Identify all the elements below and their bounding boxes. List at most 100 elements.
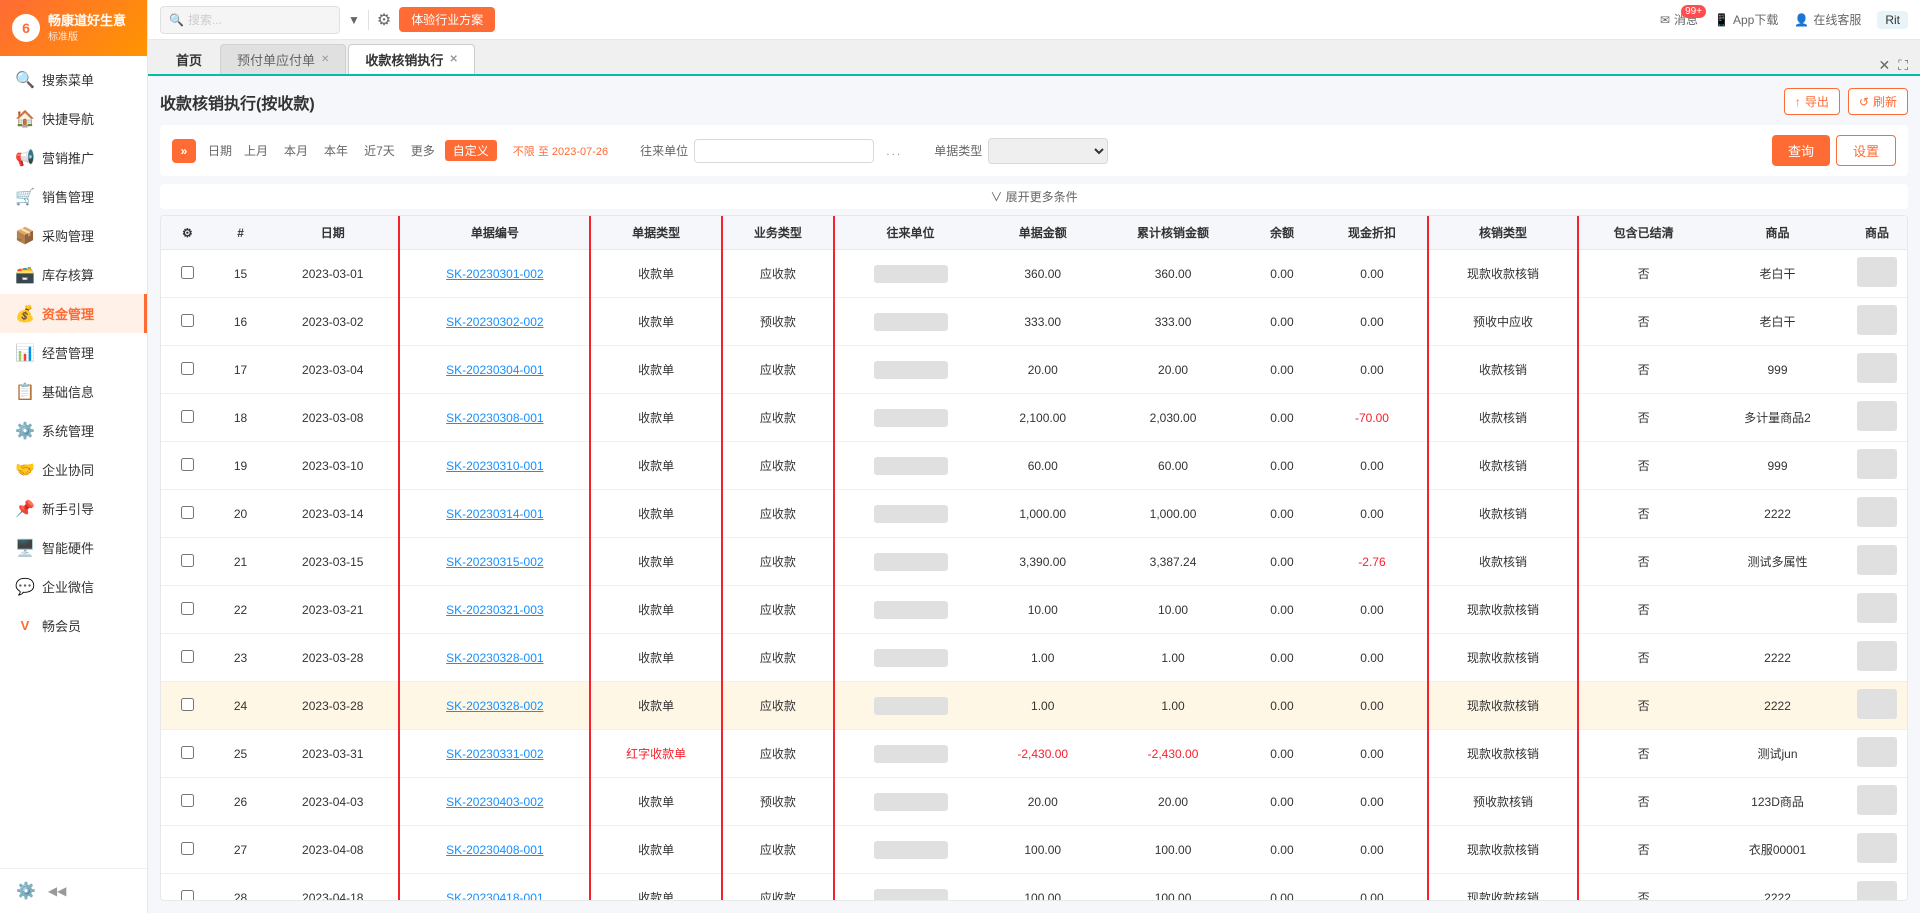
cell-balance: 0.00 (1247, 490, 1317, 538)
cell-rownum: 21 (214, 538, 267, 586)
cell-cumulative: 1.00 (1099, 682, 1246, 730)
cell-checkbox[interactable] (161, 250, 214, 298)
bill-no-link[interactable]: SK-20230310-001 (446, 459, 543, 473)
cell-goods2 (1847, 394, 1907, 442)
cell-biz-type: 应收款 (722, 346, 834, 394)
collapse-icon[interactable]: ◀◀ (48, 884, 66, 898)
cell-goods (1708, 586, 1847, 634)
topbar: 🔍 搜索... ▼ ⚙ 体验行业方案 ✉ 消息 99+ 📱 App下载 👤 在线… (148, 0, 1920, 40)
cell-checkbox[interactable] (161, 538, 214, 586)
message-button[interactable]: ✉ 消息 99+ (1660, 11, 1698, 28)
bill-no-link[interactable]: SK-20230301-002 (446, 267, 543, 281)
sidebar-item-collab[interactable]: 🤝 企业协同 (0, 450, 147, 489)
tab-home[interactable]: 首页 (160, 44, 218, 74)
online-service-button[interactable]: 👤 在线客服 (1794, 11, 1861, 28)
bill-no-link[interactable]: SK-20230315-002 (446, 555, 543, 569)
maximize-icon[interactable]: ⛶ (1898, 57, 1908, 74)
topbar-search-box[interactable]: 🔍 搜索... (160, 6, 340, 34)
cell-checkbox[interactable] (161, 730, 214, 778)
topbar-right: ✉ 消息 99+ 📱 App下载 👤 在线客服 Rit (1660, 11, 1908, 29)
col-balance: 余额 (1247, 216, 1317, 250)
cell-checkbox[interactable] (161, 586, 214, 634)
guide-icon: 📌 (16, 500, 34, 518)
bill-no-link[interactable]: SK-20230328-001 (446, 651, 543, 665)
cell-checkbox[interactable] (161, 346, 214, 394)
sidebar-item-purchase[interactable]: 📦 采购管理 (0, 216, 147, 255)
cell-checkbox[interactable] (161, 634, 214, 682)
cell-partner: ████ (834, 442, 986, 490)
col-settings[interactable]: ⚙ (161, 216, 214, 250)
sidebar-item-system[interactable]: ⚙️ 系统管理 (0, 411, 147, 450)
bill-no-link[interactable]: SK-20230308-001 (446, 411, 543, 425)
sidebar-item-wechat[interactable]: 💬 企业微信 (0, 567, 147, 606)
cell-goods: 2222 (1708, 490, 1847, 538)
cell-biz-type: 应收款 (722, 826, 834, 874)
cell-date: 2023-03-21 (267, 586, 399, 634)
sidebar-item-search[interactable]: 🔍 搜索菜单 (0, 60, 147, 99)
date-more[interactable]: 更多 (405, 140, 441, 161)
cell-cumulative: 100.00 (1099, 874, 1246, 902)
sidebar-item-operations[interactable]: 📊 经营管理 (0, 333, 147, 372)
partner-filter-input[interactable] (694, 139, 874, 163)
bill-no-link[interactable]: SK-20230408-001 (446, 843, 543, 857)
filter-actions: 查询 设置 (1772, 135, 1896, 166)
cell-checkbox[interactable] (161, 826, 214, 874)
refresh-button[interactable]: ↺ 刷新 (1848, 88, 1908, 115)
setting-button[interactable]: 设置 (1836, 135, 1896, 166)
table-body: 15 2023-03-01 SK-20230301-002 收款单 应收款 ██… (161, 250, 1907, 902)
bill-type-select[interactable]: 收款单 红字收款单 (988, 138, 1108, 164)
user-profile[interactable]: Rit (1877, 11, 1908, 29)
app-download-button[interactable]: 📱 App下载 (1714, 11, 1778, 28)
cell-bill-no: SK-20230304-001 (399, 346, 590, 394)
cart-icon: 🛒 (16, 188, 34, 206)
cell-checkbox[interactable] (161, 298, 214, 346)
filter-date-group: 日期 上月 本月 本年 近7天 更多 自定义 (208, 140, 497, 161)
sidebar-item-member[interactable]: V 畅会员 (0, 606, 147, 645)
cell-checkbox[interactable] (161, 442, 214, 490)
sidebar-item-finance[interactable]: 💰 资金管理 (0, 294, 147, 333)
sidebar-item-marketing[interactable]: 📢 营销推广 (0, 138, 147, 177)
topbar-dropdown-arrow[interactable]: ▼ (348, 13, 360, 27)
tab-close-icon[interactable]: ✕ (321, 54, 329, 65)
close-window-icon[interactable]: ✕ (1878, 57, 1890, 74)
refresh-icon: ↺ (1859, 95, 1869, 109)
date-7days[interactable]: 近7天 (358, 140, 401, 161)
date-this-month[interactable]: 本月 (278, 140, 314, 161)
sidebar-item-basic[interactable]: 📋 基础信息 (0, 372, 147, 411)
tab-close-icon[interactable]: ✕ (449, 54, 457, 65)
cell-checkbox[interactable] (161, 490, 214, 538)
solution-button[interactable]: 体验行业方案 (399, 7, 495, 32)
bill-no-link[interactable]: SK-20230314-001 (446, 507, 543, 521)
cell-bill-no: SK-20230403-002 (399, 778, 590, 826)
sidebar-item-inventory[interactable]: 🗃️ 库存核算 (0, 255, 147, 294)
export-button[interactable]: ↑ 导出 (1784, 88, 1840, 115)
date-last-month[interactable]: 上月 (238, 140, 274, 161)
bill-no-link[interactable]: SK-20230302-002 (446, 315, 543, 329)
filter-toggle-button[interactable]: » (172, 139, 196, 163)
bill-no-link[interactable]: SK-20230321-003 (446, 603, 543, 617)
query-button[interactable]: 查询 (1772, 135, 1830, 166)
settings-icon[interactable]: ⚙️ (16, 881, 36, 901)
bill-no-link[interactable]: SK-20230403-002 (446, 795, 543, 809)
expand-conditions-button[interactable]: ∨ 展开更多条件 (160, 184, 1908, 209)
cell-checkbox[interactable] (161, 682, 214, 730)
tab-prepay[interactable]: 预付单应付单 ✕ (220, 44, 346, 74)
sidebar-item-hardware[interactable]: 🖥️ 智能硬件 (0, 528, 147, 567)
cell-bill-type: 收款单 (590, 490, 721, 538)
bill-no-link[interactable]: SK-20230418-001 (446, 891, 543, 902)
bill-no-link[interactable]: SK-20230304-001 (446, 363, 543, 377)
date-custom-button[interactable]: 自定义 (445, 140, 497, 161)
cell-checkbox[interactable] (161, 778, 214, 826)
sidebar-item-sales[interactable]: 🛒 销售管理 (0, 177, 147, 216)
system-icon: ⚙️ (16, 422, 34, 440)
sidebar-item-quicknav[interactable]: 🏠 快捷导航 (0, 99, 147, 138)
cell-checkbox[interactable] (161, 874, 214, 902)
sidebar-item-guide[interactable]: 📌 新手引导 (0, 489, 147, 528)
date-this-year[interactable]: 本年 (318, 140, 354, 161)
cell-amount: 1.00 (986, 682, 1099, 730)
gear-icon[interactable]: ⚙ (377, 10, 391, 30)
tab-receipt-exec[interactable]: 收款核销执行 ✕ (348, 44, 474, 74)
cell-checkbox[interactable] (161, 394, 214, 442)
bill-no-link[interactable]: SK-20230328-002 (446, 699, 543, 713)
bill-no-link[interactable]: SK-20230331-002 (446, 747, 543, 761)
